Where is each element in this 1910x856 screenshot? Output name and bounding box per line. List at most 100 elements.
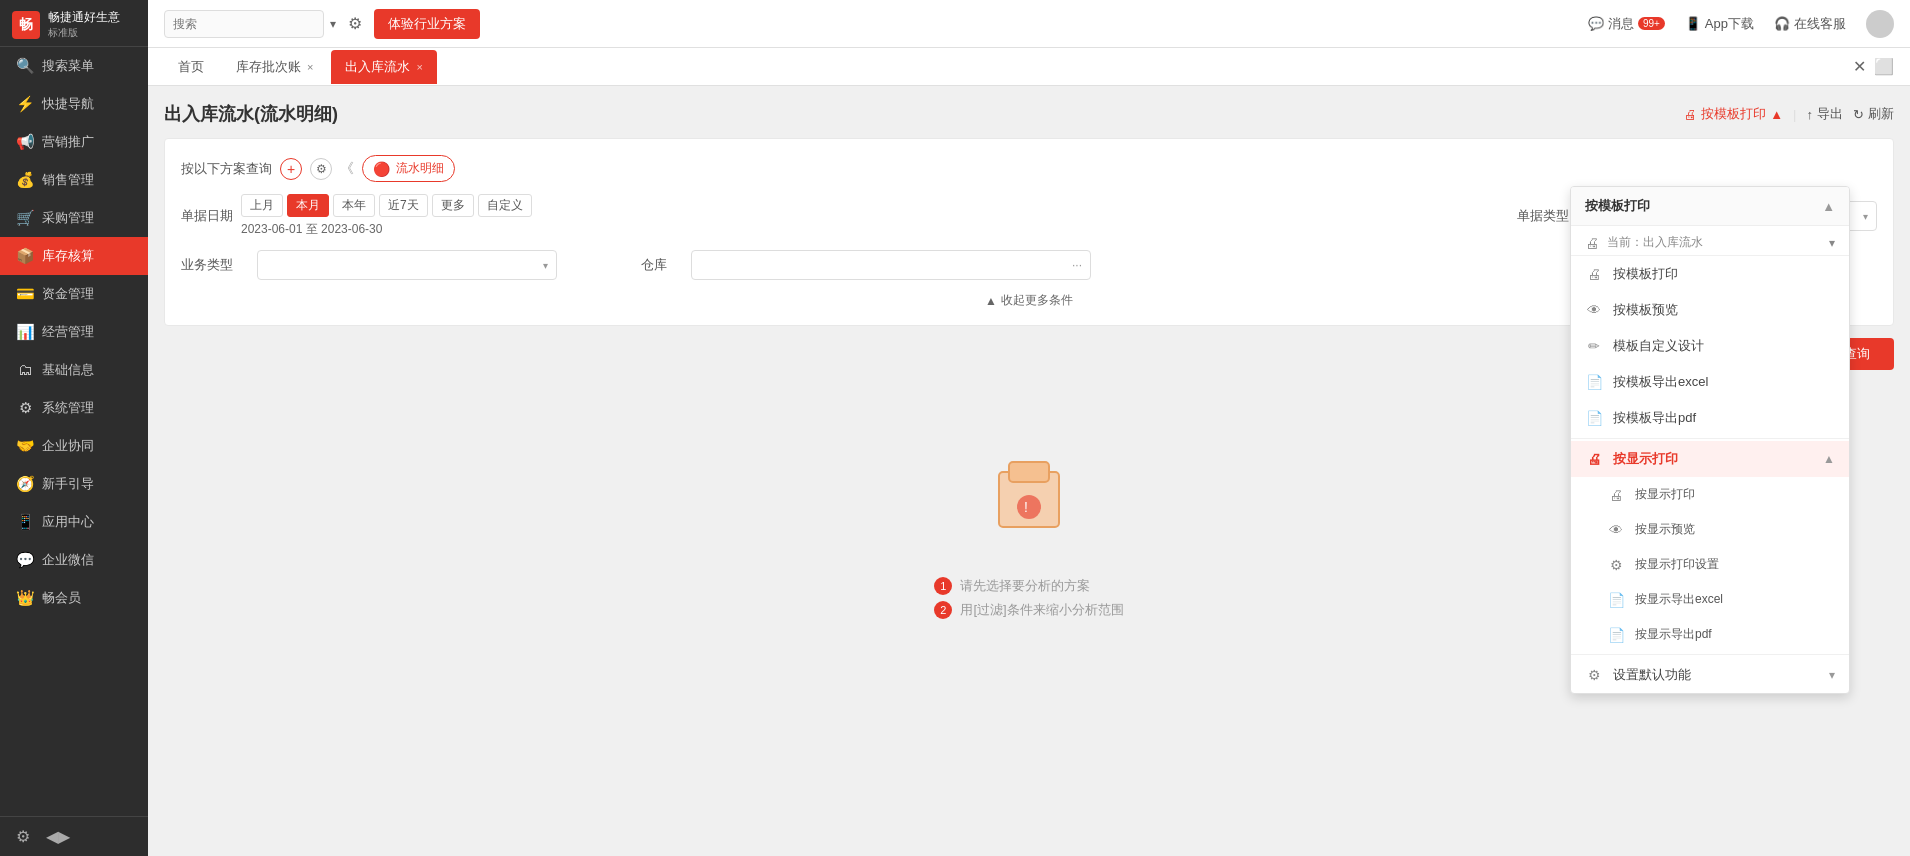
sidebar-item-quicknav[interactable]: ⚡ 快捷导航 [0,85,148,123]
collapse-up-icon: ▲ [985,294,997,308]
sidebar-item-purchase[interactable]: 🛒 采购管理 [0,199,148,237]
sidebar-logo: 畅 畅捷通好生意 标准版 [0,0,148,47]
current-indicator-icon: 🖨 [1585,235,1599,251]
compass-icon: 🧭 [16,475,34,493]
gear-icon: ⚙ [16,399,34,417]
print-item-template-excel[interactable]: 📄 按模板导出excel [1571,364,1849,400]
sidebar-item-finance[interactable]: 💳 资金管理 [0,275,148,313]
print-item-template-preview[interactable]: 👁 按模板预览 [1571,292,1849,328]
print-item-display-settings[interactable]: ⚙ 按显示打印设置 [1571,547,1849,582]
print-item-template-print[interactable]: 🖨 按模板打印 [1571,256,1849,292]
sidebar-item-wechat[interactable]: 💬 企业微信 [0,541,148,579]
date-btn-custom[interactable]: 自定义 [478,194,532,217]
refresh-btn[interactable]: ↻ 刷新 [1853,105,1894,123]
collapse-conditions-btn[interactable]: ▲ 收起更多条件 [985,292,1073,309]
print-item-display-pdf[interactable]: 📄 按显示导出pdf [1571,617,1849,652]
tab-batch-close[interactable]: × [307,61,313,73]
settings-icon[interactable]: ⚙ [16,827,30,846]
sidebar-item-guide[interactable]: 🧭 新手引导 [0,465,148,503]
trial-btn[interactable]: 体验行业方案 [374,9,480,39]
file-excel-sub-icon: 📄 [1607,592,1625,608]
topbar-search: ▾ [164,10,336,38]
eye-sub-icon: 👁 [1607,522,1625,538]
box-icon: 📦 [16,247,34,265]
crown-icon: 👑 [16,589,34,607]
set-default-arrow: ▾ [1829,668,1835,682]
tab-flow-close[interactable]: × [416,61,422,73]
filter-icon: 🔴 [373,161,390,177]
print-dropdown-up-icon: ▲ [1770,107,1783,122]
main-area: ▾ ⚙ 体验行业方案 💬 消息 99+ 📱 App下载 🎧 在线客服 首页 [148,0,1910,856]
sidebar-item-basic[interactable]: 🗂 基础信息 [0,351,148,389]
search-input[interactable] [164,10,324,38]
query-collapse-icon[interactable]: 《 [340,160,354,178]
sidebar-item-sales[interactable]: 💰 销售管理 [0,161,148,199]
file-pdf-icon: 📄 [1585,410,1603,426]
date-btn-this-year[interactable]: 本年 [333,194,375,217]
print-item-display-section[interactable]: 🖨 按显示打印 ▲ [1571,441,1849,477]
topbar-right: 💬 消息 99+ 📱 App下载 🎧 在线客服 [1588,10,1894,38]
svg-text:!: ! [1024,499,1028,515]
tab-batch[interactable]: 库存批次账 × [222,50,327,84]
settings-default-icon: ⚙ [1585,667,1603,683]
collapse-icon[interactable]: ◀▶ [46,827,70,846]
print-item-template-pdf[interactable]: 📄 按模板导出pdf [1571,400,1849,436]
print-dropdown-header: 按模板打印 ▲ [1571,187,1849,226]
sidebar-item-member[interactable]: 👑 畅会员 [0,579,148,617]
empty-icon: ! [979,442,1079,561]
logo-icon: 畅 [12,11,40,39]
sidebar-item-operation[interactable]: 📊 经营管理 [0,313,148,351]
sidebar-item-system[interactable]: ⚙ 系统管理 [0,389,148,427]
date-btn-7days[interactable]: 近7天 [379,194,428,217]
export-btn[interactable]: ↑ 导出 [1807,105,1844,123]
sidebar-item-inventory[interactable]: 📦 库存核算 [0,237,148,275]
dropdown-collapse-icon[interactable]: ▲ [1822,199,1835,214]
folder-icon: 🗂 [16,361,34,378]
online-service-btn[interactable]: 🎧 在线客服 [1774,15,1846,33]
user-avatar[interactable] [1866,10,1894,38]
tab-maximize-btn[interactable]: ⬜ [1874,57,1894,76]
printer-red-icon: 🖨 [1585,451,1603,467]
tab-home[interactable]: 首页 [164,50,218,84]
date-btn-last-month[interactable]: 上月 [241,194,283,217]
sidebar: 畅 畅捷通好生意 标准版 🔍 搜索菜单 ⚡ 快捷导航 📢 营销推广 💰 销售管理… [0,0,148,856]
warehouse-select[interactable]: ··· [691,250,1091,280]
divider: | [1793,107,1796,122]
empty-step-1: 1 请先选择要分析的方案 [934,577,1123,595]
logo-text: 畅捷通好生意 标准版 [48,10,120,40]
tab-close-all-btn[interactable]: ✕ [1853,57,1866,76]
date-btn-this-month[interactable]: 本月 [287,194,329,217]
sidebar-item-collab[interactable]: 🤝 企业协同 [0,427,148,465]
sidebar-item-search[interactable]: 🔍 搜索菜单 [0,47,148,85]
print-current-row: 🖨 当前：出入库流水 ▾ [1571,226,1849,256]
message-btn[interactable]: 💬 消息 99+ [1588,15,1665,33]
pencil-icon: ✏ [1585,338,1603,354]
query-add-btn[interactable]: + [280,158,302,180]
print-item-set-default[interactable]: ⚙ 设置默认功能 ▾ [1571,657,1849,693]
printer-sub-icon: 🖨 [1607,487,1625,503]
warehouse-more-icon[interactable]: ··· [1072,258,1082,272]
print-item-display-print[interactable]: 🖨 按显示打印 [1571,477,1849,512]
sidebar-nav: 🔍 搜索菜单 ⚡ 快捷导航 📢 营销推广 💰 销售管理 🛒 采购管理 📦 库存核… [0,47,148,816]
query-setting-btn[interactable]: ⚙ [310,158,332,180]
chat-icon: 💬 [16,551,34,569]
biz-type-select[interactable]: ▾ [257,250,557,280]
filter-tag[interactable]: 🔴 流水明细 [362,155,455,182]
dropdown-divider [1571,438,1849,439]
date-btn-more[interactable]: 更多 [432,194,474,217]
print-item-display-preview[interactable]: 👁 按显示预览 [1571,512,1849,547]
sidebar-item-marketing[interactable]: 📢 营销推广 [0,123,148,161]
print-item-template-customize[interactable]: ✏ 模板自定义设计 [1571,328,1849,364]
topbar-gear-icon[interactable]: ⚙ [348,14,362,33]
dropdown-arrow-icon[interactable]: ▾ [330,17,336,31]
current-dropdown-arrow: ▾ [1829,236,1835,250]
section-collapse-icon[interactable]: ▲ [1823,452,1835,466]
empty-steps: 1 请先选择要分析的方案 2 用[过滤]条件来缩小分析范围 [934,577,1123,625]
print-template-btn[interactable]: 🖨 按模板打印 ▲ [1684,105,1783,123]
date-range-display: 2023-06-01 至 2023-06-30 [241,221,532,238]
sidebar-item-apps[interactable]: 📱 应用中心 [0,503,148,541]
tab-flow[interactable]: 出入库流水 × [331,50,436,84]
printer-icon: 🖨 [1684,107,1697,122]
app-download-btn[interactable]: 📱 App下载 [1685,15,1754,33]
print-item-display-excel[interactable]: 📄 按显示导出excel [1571,582,1849,617]
